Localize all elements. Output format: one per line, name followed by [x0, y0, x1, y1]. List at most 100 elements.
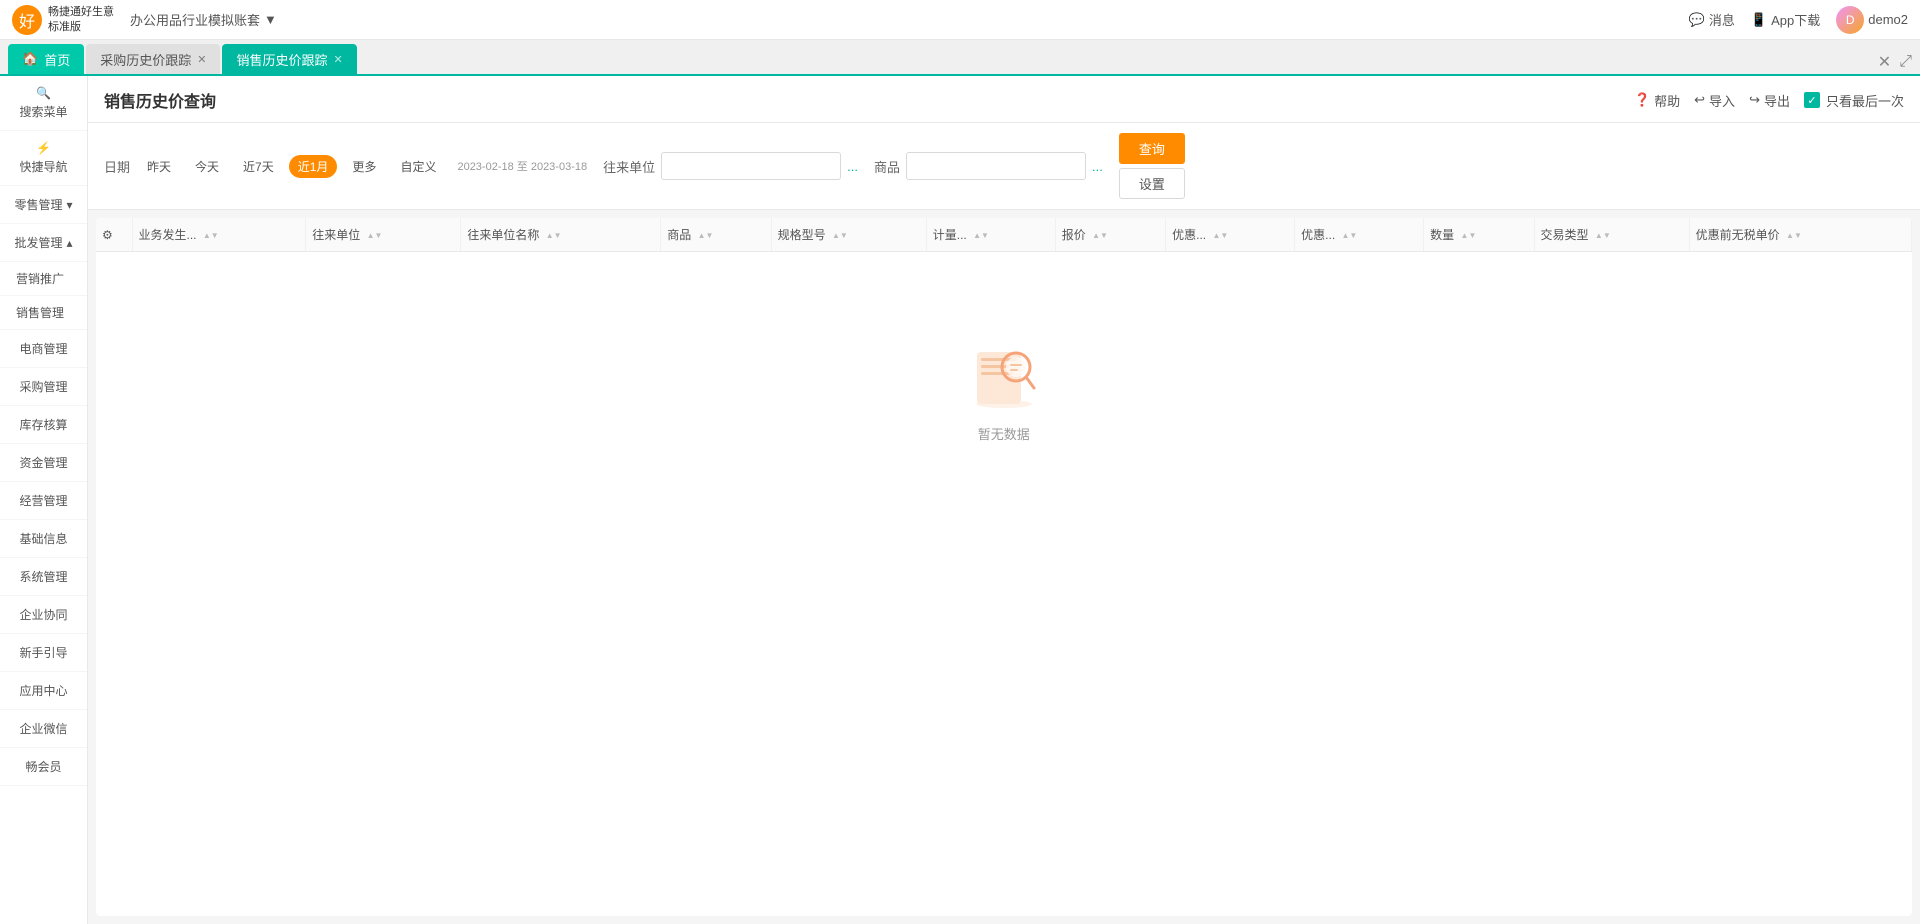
- empty-state: 暂无数据: [96, 252, 1912, 523]
- table-area: ⚙ 业务发生... ▲▼ 往来单位 ▲▼ 往来单位名称 ▲▼: [96, 218, 1912, 916]
- import-button[interactable]: ↩ 导入: [1694, 91, 1735, 110]
- chevron-up-icon: ▴: [66, 236, 72, 250]
- table-header-row: ⚙ 业务发生... ▲▼ 往来单位 ▲▼ 往来单位名称 ▲▼: [96, 218, 1912, 252]
- content-area: 销售历史价查询 ❓ 帮助 ↩ 导入 ↪ 导出 ✓ 只看最后一次: [88, 76, 1920, 924]
- th-gear[interactable]: ⚙: [96, 218, 132, 252]
- tab-purchase[interactable]: 采购历史价跟踪 ✕: [86, 44, 220, 74]
- tab-home[interactable]: 🏠 首页: [8, 44, 84, 74]
- sort-icon-quote: ▲▼: [1092, 231, 1108, 240]
- tab-purchase-close[interactable]: ✕: [197, 53, 206, 66]
- help-button[interactable]: ❓ 帮助: [1634, 91, 1680, 110]
- th-spec[interactable]: 规格型号 ▲▼: [771, 218, 926, 252]
- tab-sales-close[interactable]: ✕: [333, 53, 342, 66]
- avatar: D: [1836, 6, 1864, 34]
- th-party-code[interactable]: 往来单位 ▲▼: [306, 218, 461, 252]
- goods-dots[interactable]: ...: [1092, 159, 1103, 174]
- top-header: 好 畅捷通好生意 标准版 办公用品行业模拟账套 ▼ 💬 消息 📱 App下载 D…: [0, 0, 1920, 40]
- sidebar-sub-item-sales-mgmt[interactable]: 销售管理: [0, 296, 87, 330]
- th-biz-date[interactable]: 业务发生... ▲▼: [132, 218, 306, 252]
- sidebar-item-wholesale[interactable]: 批发管理 ▴: [0, 224, 87, 262]
- sidebar-item-basic-info[interactable]: 基础信息: [0, 520, 87, 558]
- th-quantity[interactable]: 数量 ▲▼: [1424, 218, 1534, 252]
- date-label: 日期: [104, 157, 130, 176]
- date-btn-7days[interactable]: 近7天: [234, 155, 283, 178]
- tab-sales[interactable]: 销售历史价跟踪 ✕: [222, 44, 356, 74]
- th-party-name[interactable]: 往来单位名称 ▲▼: [461, 218, 661, 252]
- page-header-actions: ❓ 帮助 ↩ 导入 ↪ 导出 ✓ 只看最后一次: [1634, 91, 1904, 110]
- export-icon: ↪: [1749, 92, 1760, 108]
- empty-text: 暂无数据: [978, 424, 1030, 443]
- download-icon: 📱: [1751, 12, 1767, 28]
- sidebar-item-guide[interactable]: 新手引导: [0, 634, 87, 672]
- help-icon: ❓: [1634, 92, 1650, 108]
- sidebar-item-enterprise[interactable]: 企业协同: [0, 596, 87, 634]
- th-quote[interactable]: 报价 ▲▼: [1055, 218, 1165, 252]
- sort-icon-discount2: ▲▼: [1342, 231, 1358, 240]
- sidebar-item-inventory[interactable]: 库存核算: [0, 406, 87, 444]
- quick-nav-icon: ⚡: [36, 141, 51, 155]
- sidebar-item-search[interactable]: 🔍 搜索菜单: [0, 76, 87, 131]
- sidebar-item-purchase[interactable]: 采购管理: [0, 368, 87, 406]
- date-btn-more[interactable]: 更多: [343, 155, 385, 178]
- date-btn-today[interactable]: 今天: [186, 155, 228, 178]
- search-icon: 🔍: [36, 86, 51, 100]
- sidebar-item-system[interactable]: 系统管理: [0, 558, 87, 596]
- only-last-checkbox[interactable]: ✓ 只看最后一次: [1804, 91, 1904, 110]
- app-selector[interactable]: 办公用品行业模拟账套 ▼: [122, 6, 285, 33]
- sidebar-item-finance[interactable]: 资金管理: [0, 444, 87, 482]
- main-layout: 🔍 搜索菜单 ⚡ 快捷导航 零售管理 ▾ 批发管理 ▴ 营销推广 销售管理 电商…: [0, 76, 1920, 924]
- sidebar-item-retail[interactable]: 零售管理 ▾: [0, 186, 87, 224]
- sidebar-item-ecommerce[interactable]: 电商管理: [0, 330, 87, 368]
- export-button[interactable]: ↪ 导出: [1749, 91, 1790, 110]
- th-discount2[interactable]: 优惠... ▲▼: [1295, 218, 1424, 252]
- import-icon: ↩: [1694, 92, 1705, 108]
- sort-icon-pre-tax-price: ▲▼: [1786, 231, 1802, 240]
- th-pre-tax-price[interactable]: 优惠前无税单价 ▲▼: [1689, 218, 1911, 252]
- th-unit[interactable]: 计量... ▲▼: [926, 218, 1055, 252]
- user-menu[interactable]: D demo2: [1836, 6, 1908, 34]
- date-filter-group: 日期 昨天 今天 近7天 近1月 更多 自定义 2023-02-18 至 202…: [104, 155, 587, 178]
- date-btn-1month[interactable]: 近1月: [289, 155, 338, 178]
- sort-icon-biz-date: ▲▼: [203, 231, 219, 240]
- logo-text: 畅捷通好生意 标准版: [48, 5, 114, 34]
- sort-icon-trade-type: ▲▼: [1595, 231, 1611, 240]
- goods-filter-group: 商品 ...: [874, 152, 1103, 180]
- page-header: 销售历史价查询 ❓ 帮助 ↩ 导入 ↪ 导出 ✓ 只看最后一次: [88, 76, 1920, 123]
- goods-input[interactable]: [906, 152, 1086, 180]
- empty-state-row: 暂无数据: [96, 252, 1912, 524]
- th-trade-type[interactable]: 交易类型 ▲▼: [1534, 218, 1689, 252]
- home-icon: 🏠: [22, 51, 38, 67]
- sidebar-item-wechat[interactable]: 企业微信: [0, 710, 87, 748]
- app-download-button[interactable]: 📱 App下载: [1751, 10, 1820, 29]
- th-discount1[interactable]: 优惠... ▲▼: [1166, 218, 1295, 252]
- checkbox-icon: ✓: [1804, 92, 1820, 108]
- tab-expand[interactable]: ⤢: [1899, 53, 1912, 71]
- query-button[interactable]: 查询: [1119, 133, 1185, 164]
- party-filter-group: 往来单位 ...: [603, 152, 858, 180]
- data-table: ⚙ 业务发生... ▲▼ 往来单位 ▲▼ 往来单位名称 ▲▼: [96, 218, 1912, 523]
- logo-area: 好 畅捷通好生意 标准版: [12, 5, 114, 35]
- filter-bar: 日期 昨天 今天 近7天 近1月 更多 自定义 2023-02-18 至 202…: [88, 123, 1920, 210]
- message-button[interactable]: 💬 消息: [1689, 10, 1735, 29]
- sidebar: 🔍 搜索菜单 ⚡ 快捷导航 零售管理 ▾ 批发管理 ▴ 营销推广 销售管理 电商…: [0, 76, 88, 924]
- dropdown-icon: ▼: [264, 12, 277, 27]
- party-dots[interactable]: ...: [847, 159, 858, 174]
- settings-button[interactable]: 设置: [1119, 168, 1185, 199]
- party-input[interactable]: [661, 152, 841, 180]
- tab-close-all[interactable]: ✕: [1878, 52, 1891, 72]
- page-title: 销售历史价查询: [104, 88, 216, 112]
- header-right: 💬 消息 📱 App下载 D demo2: [1689, 6, 1908, 34]
- sidebar-item-member[interactable]: 畅会员: [0, 748, 87, 786]
- sidebar-sub-item-marketing[interactable]: 营销推广: [0, 262, 87, 296]
- logo-icon: 好: [12, 5, 42, 35]
- date-btn-custom[interactable]: 自定义: [391, 155, 445, 178]
- sidebar-item-operations[interactable]: 经营管理: [0, 482, 87, 520]
- sort-icon-quantity: ▲▼: [1461, 231, 1477, 240]
- sidebar-item-apps[interactable]: 应用中心: [0, 672, 87, 710]
- tab-bar-actions: ✕ ⤢: [1878, 52, 1912, 74]
- sidebar-item-quick-nav[interactable]: ⚡ 快捷导航: [0, 131, 87, 186]
- date-range-text: 2023-02-18 至 2023-03-18: [457, 158, 587, 174]
- date-btn-yesterday[interactable]: 昨天: [138, 155, 180, 178]
- th-goods[interactable]: 商品 ▲▼: [661, 218, 771, 252]
- sort-icon-goods: ▲▼: [698, 231, 714, 240]
